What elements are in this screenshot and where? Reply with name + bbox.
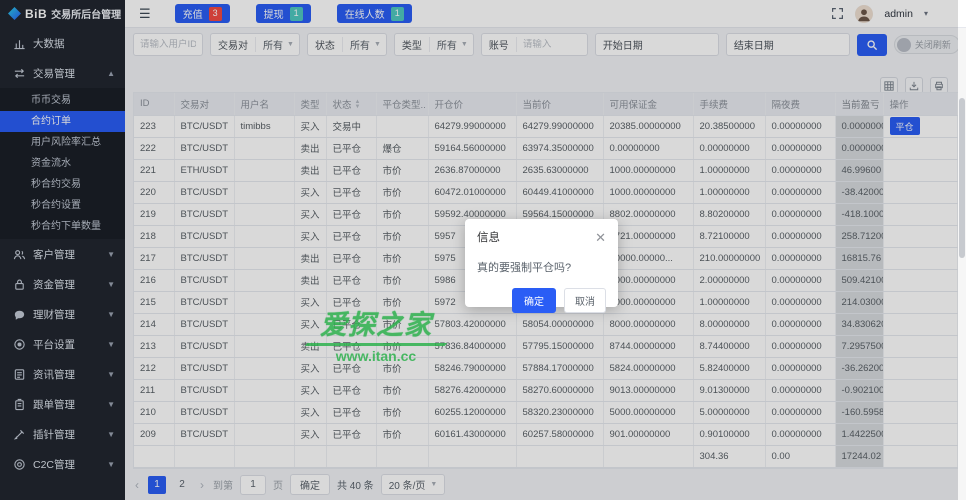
watermark-title: 爱探之家 (296, 303, 456, 342)
watermark-swoosh (305, 343, 448, 346)
close-icon[interactable]: ✕ (595, 231, 606, 244)
dialog-confirm-button[interactable]: 确定 (512, 288, 556, 313)
app-root: BiB 交易所后台管理 ☰ 充值 3 提现 1 在线人数 1 admin ▾ (0, 0, 966, 500)
confirm-dialog: 信息 ✕ 真的要强制平仓吗? 确定 取消 (465, 219, 618, 307)
watermark-url: www.itan.cc (296, 348, 456, 364)
dialog-title: 信息 (477, 229, 500, 245)
dialog-message: 真的要强制平仓吗? (477, 259, 606, 275)
scrollbar[interactable] (958, 28, 966, 500)
dialog-cancel-button[interactable]: 取消 (564, 288, 606, 313)
watermark: 爱探之家 www.itan.cc (296, 303, 456, 364)
scrollbar-thumb[interactable] (959, 98, 965, 258)
